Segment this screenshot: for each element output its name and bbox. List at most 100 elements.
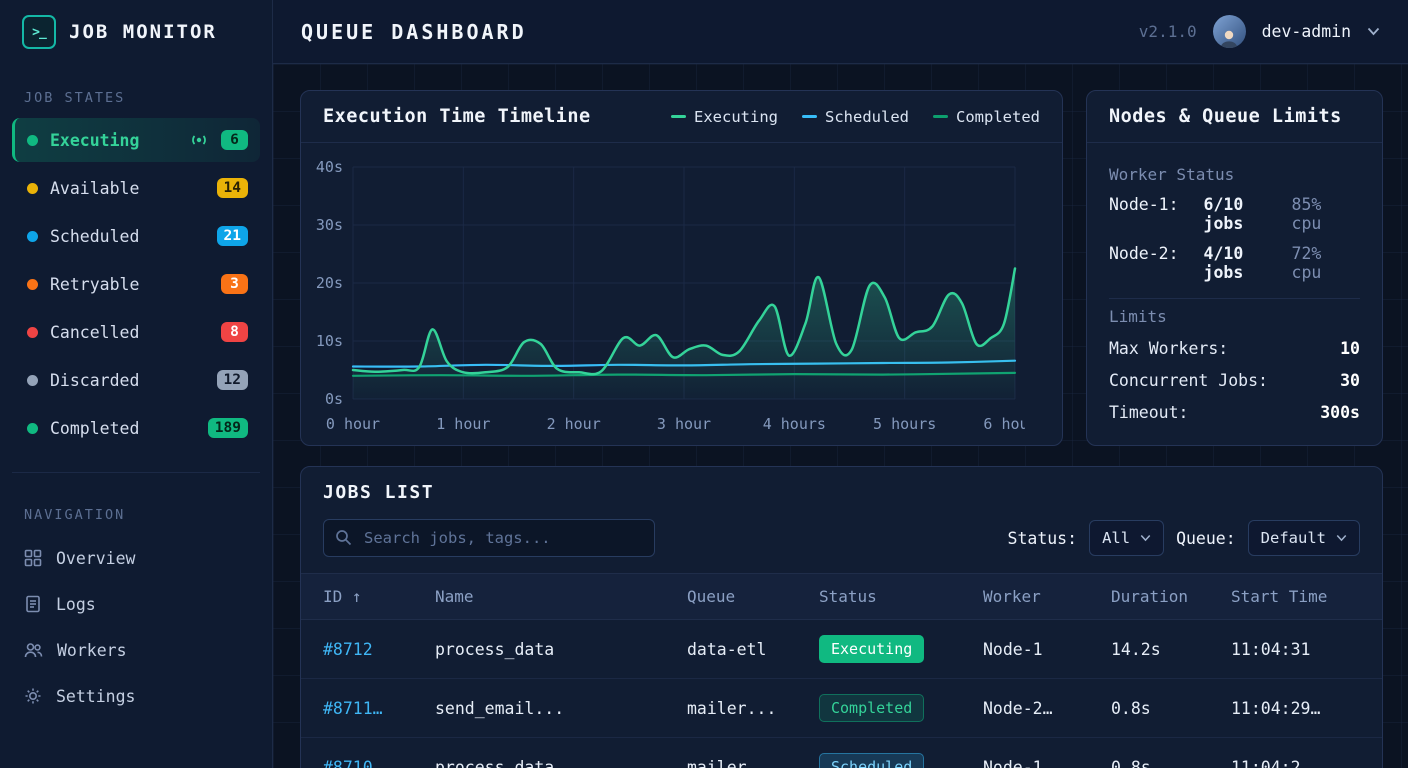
limit-label: Max Workers: [1109, 339, 1229, 358]
sidebar-item-settings[interactable]: Settings [12, 673, 260, 719]
sidebar-item-overview[interactable]: Overview [12, 535, 260, 581]
job-queue: data-etl [671, 619, 803, 679]
worker-row-node2: Node-2: 4/10 jobs 72% cpu [1109, 244, 1360, 282]
svg-text:0s: 0s [325, 390, 343, 408]
sidebar-item-workers[interactable]: Workers [12, 627, 260, 673]
column-header-queue[interactable]: Queue [671, 573, 803, 620]
user-menu[interactable]: dev-admin [1262, 22, 1351, 41]
chevron-down-icon [1336, 534, 1347, 542]
worker-cpu: 72% cpu [1291, 244, 1322, 282]
state-label: Executing [50, 130, 140, 150]
job-duration: 14.2s [1095, 619, 1215, 679]
job-duration: 0.8s [1095, 737, 1215, 768]
job-worker: Node-1 [967, 619, 1095, 679]
nav-label: Settings [56, 686, 136, 706]
job-name: process_data [419, 737, 671, 768]
retryable-dot [27, 278, 38, 290]
sidebar-state-scheduled[interactable]: Scheduled 21 [12, 214, 260, 258]
column-header-status[interactable]: Status [803, 573, 967, 620]
status-select[interactable]: All [1089, 520, 1165, 556]
limit-value: 300s [1320, 403, 1360, 422]
limits-heading: Limits [1109, 307, 1167, 326]
table-row[interactable]: #8712 process_data data-etl Executing No… [301, 619, 1382, 679]
avatar[interactable] [1212, 15, 1246, 48]
limit-label: Concurrent Jobs: [1109, 371, 1268, 390]
search-icon [335, 529, 352, 550]
column-header-duration[interactable]: Duration [1095, 573, 1215, 620]
jobs-list-header: JOBS LIST [301, 467, 1382, 515]
svg-text:20s: 20s [316, 274, 343, 292]
table-row[interactable]: #8710 process_data mailer Scheduled Node… [301, 737, 1382, 768]
column-header-start-time[interactable]: Start Time [1215, 573, 1382, 620]
table-header-row: ID ↑ Name Queue Status Worker Duration S… [301, 573, 1382, 620]
svg-text:10s: 10s [316, 332, 343, 350]
job-states-heading: JOB STATES [24, 90, 126, 106]
state-label: Discarded [50, 370, 140, 390]
sidebar-state-discarded[interactable]: Discarded 12 [12, 358, 260, 402]
queue-filter-label: Queue: [1176, 528, 1236, 548]
legend-label: Completed [956, 107, 1040, 126]
legend-dash-completed [933, 115, 948, 118]
chart-legend: Executing Scheduled Completed [671, 108, 1040, 126]
job-start-time: 11:04:29… [1215, 678, 1382, 738]
job-id-link[interactable]: #8712 [301, 619, 419, 679]
sidebar-state-cancelled[interactable]: Cancelled 8 [12, 310, 260, 354]
svg-text:3 hour: 3 hour [657, 415, 711, 433]
state-count-badge: 12 [216, 370, 248, 390]
column-header-id[interactable]: ID ↑ [301, 573, 419, 620]
jobs-list-title: JOBS LIST [323, 482, 435, 503]
section-divider [1109, 298, 1360, 299]
nav-label: Workers [57, 640, 127, 660]
cancelled-dot [27, 326, 38, 338]
column-header-name[interactable]: Name [419, 573, 671, 620]
navigation-section: NAVIGATION Overview Logs Workers Setting… [12, 472, 260, 719]
filter-group: Status: All Queue: Default [1008, 520, 1360, 556]
limit-row-max-workers: Max Workers: 10 [1109, 339, 1360, 358]
terminal-icon: >_ [22, 15, 56, 49]
queue-select[interactable]: Default [1247, 520, 1360, 556]
sidebar-state-retryable[interactable]: Retryable 3 [12, 262, 260, 306]
document-icon [24, 595, 42, 613]
jobs-table: ID ↑ Name Queue Status Worker Duration S… [301, 573, 1382, 768]
sidebar-state-completed[interactable]: Completed 189 [12, 406, 260, 450]
table-row[interactable]: #8711… send_email... mailer... Completed… [301, 678, 1382, 738]
gear-icon [24, 687, 42, 705]
state-label: Completed [50, 418, 140, 438]
chart-area: 0s 10s 20s 30s 40s 0 hour 1 hour 2 hour 3 hour 4 … [301, 143, 1062, 445]
sidebar-state-executing[interactable]: Executing 6 [12, 118, 260, 162]
app-title: JOB MONITOR [69, 21, 217, 43]
job-states-list: Executing 6 Available 14 Scheduled 21 Re… [0, 118, 272, 450]
nodes-card: Nodes & Queue Limits Worker Status Node-… [1086, 90, 1383, 446]
svg-text:4 hours: 4 hours [763, 415, 826, 433]
svg-text:30s: 30s [316, 216, 343, 234]
top-header: QUEUE DASHBOARD v2.1.0 dev-admin [273, 0, 1408, 64]
job-id-link[interactable]: #8711… [301, 678, 419, 738]
svg-text:0 hour: 0 hour [326, 415, 380, 433]
worker-cpu: 85% cpu [1291, 195, 1322, 233]
state-count-badge: 189 [207, 418, 248, 438]
job-worker: Node-1 [967, 737, 1095, 768]
sidebar-item-logs[interactable]: Logs [12, 581, 260, 627]
status-badge: Completed [819, 694, 925, 722]
state-count-badge: 8 [221, 322, 248, 342]
timeline-card-header: Execution Time Timeline Executing Schedu… [301, 91, 1062, 143]
state-count-badge: 3 [221, 274, 248, 294]
legend-dash-scheduled [802, 115, 817, 118]
state-label: Retryable [50, 274, 140, 294]
nodes-card-header: Nodes & Queue Limits [1087, 91, 1382, 143]
worker-jobs: 4/10 jobs [1203, 244, 1244, 282]
chevron-down-icon [1140, 534, 1151, 542]
jobs-list-card: JOBS LIST Status: All [300, 466, 1383, 768]
column-header-worker[interactable]: Worker [967, 573, 1095, 620]
sidebar-state-available[interactable]: Available 14 [12, 166, 260, 210]
jobs-filters: Status: All Queue: Default [301, 515, 1382, 573]
job-queue: mailer [671, 737, 803, 768]
nodes-body: Worker Status Node-1: 6/10 jobs 85% cpu … [1087, 143, 1382, 445]
discarded-dot [27, 374, 38, 386]
job-id-link[interactable]: #8710 [301, 737, 419, 768]
chevron-down-icon[interactable] [1367, 27, 1380, 36]
legend-completed: Completed [933, 108, 1040, 126]
job-duration: 0.8s [1095, 678, 1215, 738]
search-input[interactable] [323, 519, 655, 557]
app-root: >_ JOB MONITOR JOB STATES Executing 6 Av… [0, 0, 1408, 768]
